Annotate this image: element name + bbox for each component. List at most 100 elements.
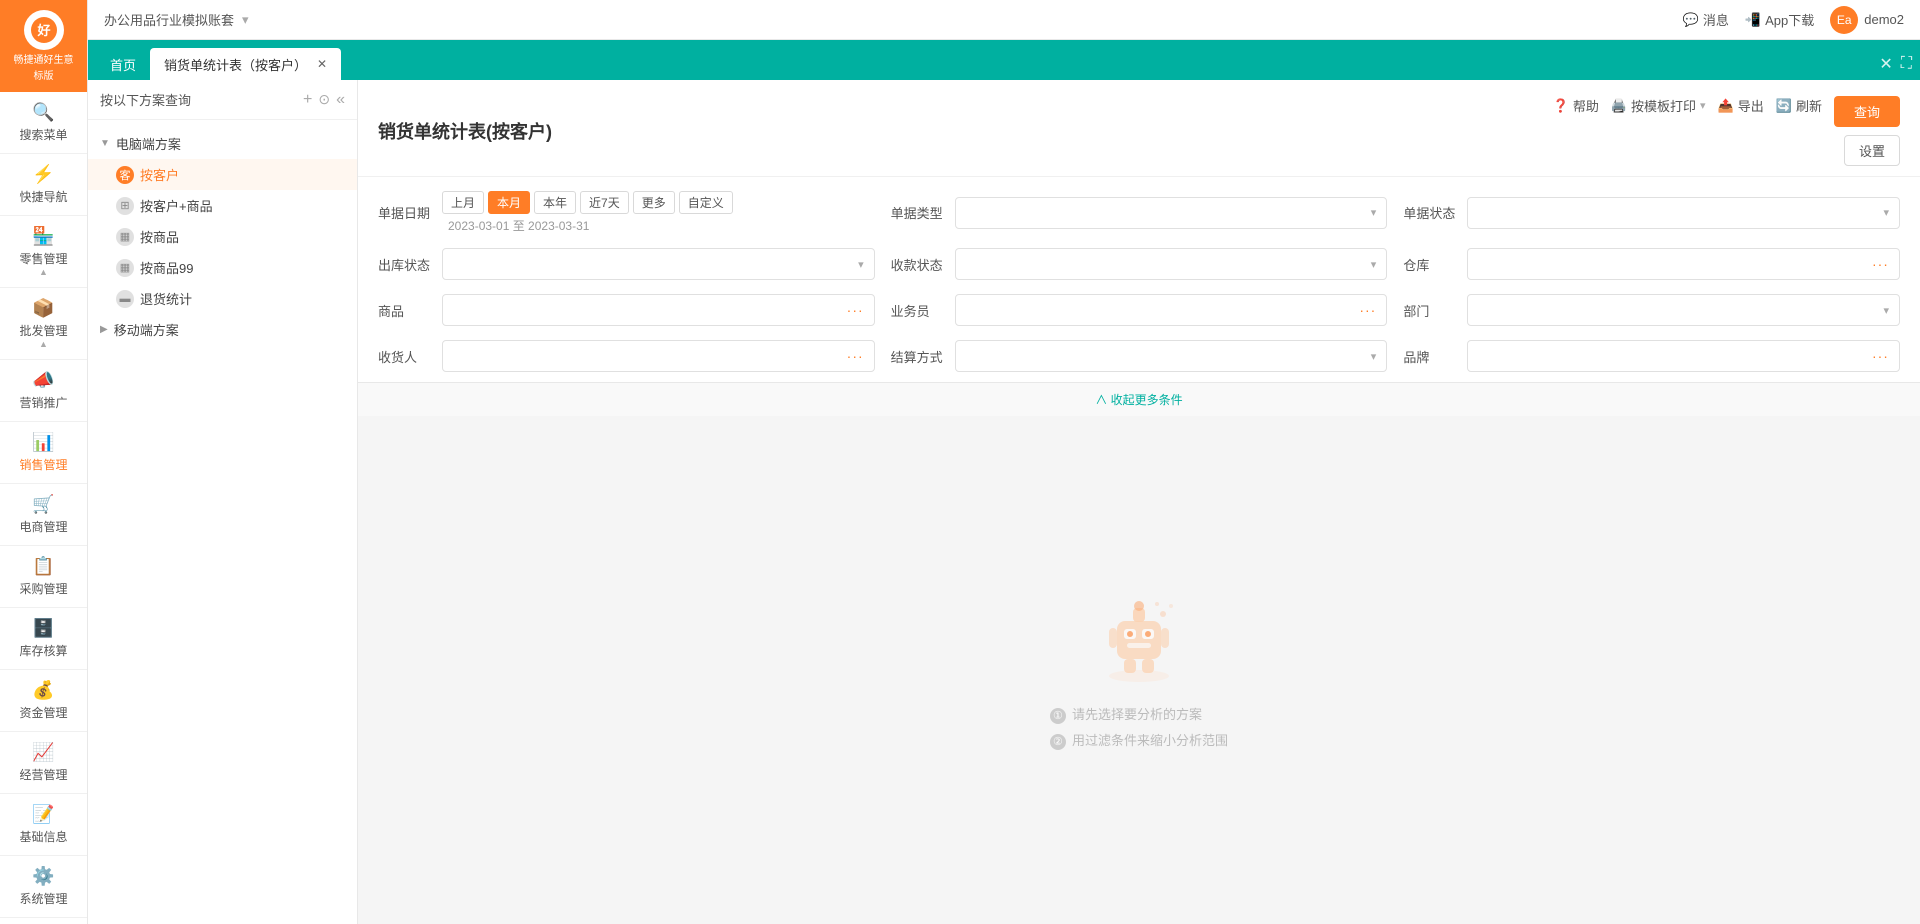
date-filter-control: 上月 本月 本年 近7天 更多 自定义 2023-03-01 至 2023-03… bbox=[442, 191, 875, 234]
date-btn-7days[interactable]: 近7天 bbox=[580, 191, 629, 214]
expand-arrow-icon: ▲ bbox=[39, 267, 48, 277]
svg-text:好: 好 bbox=[36, 23, 50, 38]
help-btn[interactable]: ❓ 帮助 bbox=[1553, 96, 1599, 115]
collapse-label: 收起更多条件 bbox=[1111, 393, 1183, 407]
export-btn[interactable]: 📤 导出 bbox=[1718, 96, 1764, 115]
sidebar-item-operation[interactable]: 📈 经营管理 bbox=[0, 732, 87, 794]
date-btn-this-year[interactable]: 本年 bbox=[534, 191, 576, 214]
doc-type-caret-icon: ▾ bbox=[1371, 206, 1377, 219]
add-scheme-icon[interactable]: + bbox=[303, 91, 312, 109]
sidebar-item-finance[interactable]: 💰 资金管理 bbox=[0, 670, 87, 732]
page-title: 销货单统计表(按客户) bbox=[378, 118, 552, 144]
tree-item-returns-stat[interactable]: ▬ 退货统计 bbox=[88, 283, 357, 314]
app-download-label: App下载 bbox=[1765, 10, 1814, 29]
doc-type-control[interactable]: ▾ bbox=[955, 197, 1388, 229]
tree-item-by-customer-goods[interactable]: ⊞ 按客户+商品 bbox=[88, 190, 357, 221]
query-button[interactable]: 查询 bbox=[1834, 96, 1900, 127]
tree-item-by-goods-99[interactable]: ▦ 按商品99 bbox=[88, 252, 357, 283]
app-download-btn[interactable]: 📲 App下载 bbox=[1745, 10, 1814, 29]
sidebar-item-search[interactable]: 🔍 搜索菜单 bbox=[0, 92, 87, 154]
page-content: 按以下方案查询 + ⊙ « ▼ 电脑端方案 客 按客户 bbox=[88, 80, 1920, 924]
settlement-control[interactable]: ▾ bbox=[955, 340, 1388, 372]
tree-parent-mobile[interactable]: ▶ 移动端方案 bbox=[88, 314, 357, 345]
sidebar-item-purchase[interactable]: 📋 采购管理 bbox=[0, 546, 87, 608]
salesperson-control[interactable]: ··· bbox=[955, 294, 1388, 326]
tab-sales-stat[interactable]: 销货单统计表（按客户） ✕ bbox=[150, 48, 341, 80]
refresh-btn[interactable]: 🔄 刷新 bbox=[1776, 96, 1822, 115]
collapse-bar[interactable]: ∧ 收起更多条件 bbox=[358, 382, 1920, 416]
payment-status-control[interactable]: ▾ bbox=[955, 248, 1388, 280]
inventory-icon: 🗄️ bbox=[32, 618, 54, 639]
print-icon: 🖨️ bbox=[1611, 98, 1627, 114]
help-label: 帮助 bbox=[1573, 96, 1599, 115]
date-btn-more[interactable]: 更多 bbox=[633, 191, 675, 214]
tab-home[interactable]: 首页 bbox=[96, 48, 150, 80]
tree-item-by-customer[interactable]: 客 按客户 bbox=[88, 159, 357, 190]
sidebar-item-label: 零售管理 bbox=[19, 250, 67, 267]
date-btn-custom[interactable]: 自定义 bbox=[679, 191, 733, 214]
message-btn[interactable]: 💬 消息 bbox=[1683, 10, 1729, 29]
close-tab-icon[interactable]: ✕ bbox=[317, 57, 327, 71]
out-status-caret-icon: ▾ bbox=[858, 258, 864, 271]
sidebar-item-sales[interactable]: 📊 销售管理 bbox=[0, 422, 87, 484]
sales-stat-tab-label: 销货单统计表（按客户） bbox=[164, 55, 307, 74]
sidebar-item-label: 库存核算 bbox=[19, 642, 67, 659]
receiver-more-icon: ··· bbox=[847, 348, 864, 364]
dept-control[interactable]: ▾ bbox=[1467, 294, 1900, 326]
sidebar-item-enterprise[interactable]: 🏢 企业协同 bbox=[0, 918, 87, 924]
tree-item-by-goods[interactable]: ▦ 按商品 bbox=[88, 221, 357, 252]
sidebar-item-inventory[interactable]: 🗄️ 库存核算 bbox=[0, 608, 87, 670]
filter-row-3: 商品 ··· 业务员 ··· 部门 bbox=[358, 290, 1920, 336]
sidebar-item-marketing[interactable]: 📣 营销推广 bbox=[0, 360, 87, 422]
sidebar-item-label: 快捷导航 bbox=[19, 188, 67, 205]
sidebar-item-system[interactable]: ⚙️ 系统管理 bbox=[0, 856, 87, 918]
filter-cell-warehouse: 仓库 ··· bbox=[1403, 248, 1900, 280]
avatar: Ea bbox=[1830, 6, 1858, 34]
maximize-window-icon[interactable]: ⛶ bbox=[1901, 55, 1912, 73]
export-icon: 📤 bbox=[1718, 98, 1734, 114]
sidebar-item-retail[interactable]: 🏪 零售管理 ▲ bbox=[0, 216, 87, 288]
goods-control[interactable]: ··· bbox=[442, 294, 875, 326]
out-status-control[interactable]: ▾ bbox=[442, 248, 875, 280]
sidebar-item-basic-info[interactable]: 📝 基础信息 bbox=[0, 794, 87, 856]
warehouse-more-icon: ··· bbox=[1872, 256, 1889, 272]
app-download-icon: 📲 bbox=[1745, 12, 1761, 28]
industry-label: 办公用品行业模拟账套 bbox=[104, 10, 234, 29]
by-goods-icon: ▦ bbox=[116, 228, 134, 246]
receiver-label: 收货人 bbox=[378, 347, 434, 366]
page-header: 销货单统计表(按客户) ❓ 帮助 🖨️ 按模板打印 ▾ 📤 bbox=[358, 80, 1920, 176]
collapse-scheme-icon[interactable]: « bbox=[336, 91, 345, 109]
basic-info-icon: 📝 bbox=[32, 804, 54, 825]
hint-item-1: 请先选择要分析的方案 bbox=[1050, 702, 1228, 728]
brand-control[interactable]: ··· bbox=[1467, 340, 1900, 372]
dept-label: 部门 bbox=[1403, 301, 1459, 320]
settings-button[interactable]: 设置 bbox=[1844, 135, 1900, 166]
sidebar-item-label: 营销推广 bbox=[19, 394, 67, 411]
close-window-icon[interactable]: ✕ bbox=[1879, 54, 1892, 74]
filter-cell-salesperson: 业务员 ··· bbox=[891, 294, 1388, 326]
username-label: demo2 bbox=[1864, 12, 1904, 27]
receiver-control[interactable]: ··· bbox=[442, 340, 875, 372]
sidebar-item-label: 电商管理 bbox=[19, 518, 67, 535]
hint-item-2: 用过滤条件来缩小分析范围 bbox=[1050, 728, 1228, 754]
date-btn-last-month[interactable]: 上月 bbox=[442, 191, 484, 214]
warehouse-control[interactable]: ··· bbox=[1467, 248, 1900, 280]
collapse-arrow-icon: ∧ bbox=[1095, 393, 1107, 407]
date-btn-this-month[interactable]: 本月 bbox=[488, 191, 530, 214]
sidebar-item-quick-nav[interactable]: ⚡ 快捷导航 bbox=[0, 154, 87, 216]
doc-status-control[interactable]: ▾ bbox=[1467, 197, 1900, 229]
sidebar-item-ecommerce[interactable]: 🛒 电商管理 bbox=[0, 484, 87, 546]
sidebar-item-label: 资金管理 bbox=[19, 704, 67, 721]
sidebar-item-wholesale[interactable]: 📦 批发管理 ▲ bbox=[0, 288, 87, 360]
returns-stat-icon: ▬ bbox=[116, 290, 134, 308]
mobile-section-arrow: ▶ bbox=[100, 324, 108, 335]
tree-parent-pc[interactable]: ▼ 电脑端方案 bbox=[88, 128, 357, 159]
edit-scheme-icon[interactable]: ⊙ bbox=[318, 91, 330, 108]
tabbar: 首页 销货单统计表（按客户） ✕ ✕ ⛶ bbox=[88, 40, 1920, 80]
payment-status-caret-icon: ▾ bbox=[1371, 258, 1377, 271]
industry-dropdown-icon[interactable]: ▾ bbox=[242, 12, 249, 28]
user-menu-btn[interactable]: Ea demo2 bbox=[1830, 6, 1904, 34]
empty-illustration bbox=[1089, 586, 1189, 686]
by-customer-goods-label: 按客户+商品 bbox=[140, 196, 213, 215]
print-btn[interactable]: 🖨️ 按模板打印 ▾ bbox=[1611, 96, 1706, 115]
